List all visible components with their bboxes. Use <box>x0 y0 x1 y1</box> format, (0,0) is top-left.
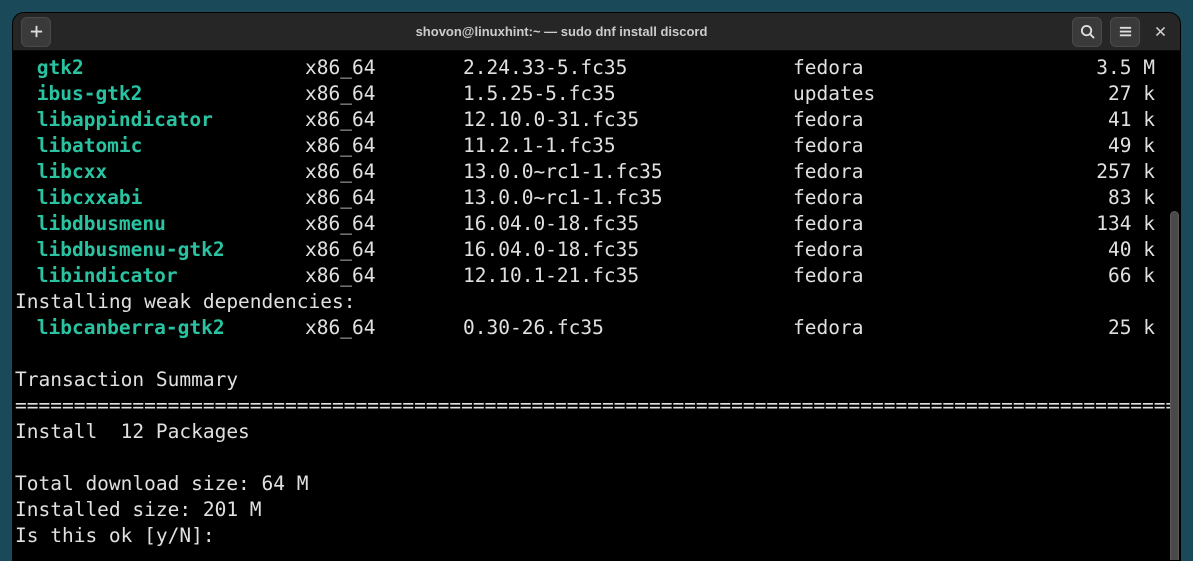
terminal-content[interactable]: gtk2x86_642.24.33-5.fc35fedora3.5 M ibus… <box>13 51 1180 560</box>
package-repo: fedora <box>793 237 1065 263</box>
blank-line <box>15 445 1178 471</box>
package-repo: fedora <box>793 185 1065 211</box>
package-size: 41 k <box>1065 107 1155 133</box>
package-size: 49 k <box>1065 133 1155 159</box>
package-arch: x86_64 <box>305 81 463 107</box>
install-count-line: Install 12 Packages <box>15 419 1178 445</box>
scrollbar-thumb[interactable] <box>1170 211 1179 560</box>
package-size: 134 k <box>1065 211 1155 237</box>
package-arch: x86_64 <box>305 263 463 289</box>
package-version: 16.04.0-18.fc35 <box>463 237 793 263</box>
package-version: 2.24.33-5.fc35 <box>463 55 793 81</box>
package-version: 12.10.1-21.fc35 <box>463 263 793 289</box>
package-repo: fedora <box>793 263 1065 289</box>
package-row: libatomicx86_6411.2.1-1.fc35fedora49 k <box>15 133 1178 159</box>
close-icon <box>1154 25 1167 38</box>
plus-icon <box>29 24 44 39</box>
package-row: libindicatorx86_6412.10.1-21.fc35fedora6… <box>15 263 1178 289</box>
search-icon <box>1080 24 1095 39</box>
search-button[interactable] <box>1072 17 1102 47</box>
package-size: 27 k <box>1065 81 1155 107</box>
package-repo: fedora <box>793 315 1065 341</box>
package-name: libdbusmenu-gtk2 <box>15 237 305 263</box>
window-title: shovon@linuxhint:~ — sudo dnf install di… <box>53 24 1070 39</box>
divider-line: ========================================… <box>15 393 1178 419</box>
weak-deps-label: Installing weak dependencies: <box>15 289 1178 315</box>
package-version: 1.5.25-5.fc35 <box>463 81 793 107</box>
package-name: gtk2 <box>15 55 305 81</box>
transaction-summary-header: Transaction Summary <box>15 367 1178 393</box>
package-version: 16.04.0-18.fc35 <box>463 211 793 237</box>
package-size: 40 k <box>1065 237 1155 263</box>
blank-line <box>15 341 1178 367</box>
download-size-line: Total download size: 64 M <box>15 471 1178 497</box>
titlebar-controls <box>1070 17 1174 47</box>
package-row: ibus-gtk2x86_641.5.25-5.fc35updates27 k <box>15 81 1178 107</box>
package-row: libcxxabix86_6413.0.0~rc1-1.fc35fedora83… <box>15 185 1178 211</box>
package-size: 66 k <box>1065 263 1155 289</box>
package-repo: fedora <box>793 211 1065 237</box>
package-version: 13.0.0~rc1-1.fc35 <box>463 159 793 185</box>
package-version: 11.2.1-1.fc35 <box>463 133 793 159</box>
package-row: libappindicatorx86_6412.10.0-31.fc35fedo… <box>15 107 1178 133</box>
package-arch: x86_64 <box>305 315 463 341</box>
menu-button[interactable] <box>1110 17 1140 47</box>
package-row: libdbusmenux86_6416.04.0-18.fc35fedora13… <box>15 211 1178 237</box>
titlebar: shovon@linuxhint:~ — sudo dnf install di… <box>13 13 1180 51</box>
package-name: libindicator <box>15 263 305 289</box>
package-size: 83 k <box>1065 185 1155 211</box>
package-row: libdbusmenu-gtk2x86_6416.04.0-18.fc35fed… <box>15 237 1178 263</box>
package-arch: x86_64 <box>305 159 463 185</box>
package-version: 0.30-26.fc35 <box>463 315 793 341</box>
package-size: 3.5 M <box>1065 55 1155 81</box>
package-arch: x86_64 <box>305 133 463 159</box>
package-repo: fedora <box>793 55 1065 81</box>
installed-size-line: Installed size: 201 M <box>15 497 1178 523</box>
close-button[interactable] <box>1146 18 1174 46</box>
package-name: libcxxabi <box>15 185 305 211</box>
package-name: libcanberra-gtk2 <box>15 315 305 341</box>
package-version: 12.10.0-31.fc35 <box>463 107 793 133</box>
hamburger-icon <box>1118 24 1133 39</box>
new-tab-button[interactable] <box>21 17 51 47</box>
package-arch: x86_64 <box>305 55 463 81</box>
package-repo: fedora <box>793 133 1065 159</box>
package-size: 25 k <box>1065 315 1155 341</box>
package-name: ibus-gtk2 <box>15 81 305 107</box>
package-repo: fedora <box>793 159 1065 185</box>
package-version: 13.0.0~rc1-1.fc35 <box>463 185 793 211</box>
package-name: libdbusmenu <box>15 211 305 237</box>
package-row: libcanberra-gtk2x86_640.30-26.fc35fedora… <box>15 315 1178 341</box>
terminal-window: shovon@linuxhint:~ — sudo dnf install di… <box>12 12 1181 561</box>
package-arch: x86_64 <box>305 211 463 237</box>
package-name: libatomic <box>15 133 305 159</box>
package-repo: updates <box>793 81 1065 107</box>
package-row: gtk2x86_642.24.33-5.fc35fedora3.5 M <box>15 55 1178 81</box>
package-repo: fedora <box>793 107 1065 133</box>
package-name: libcxx <box>15 159 305 185</box>
package-row: libcxxx86_6413.0.0~rc1-1.fc35fedora257 k <box>15 159 1178 185</box>
package-arch: x86_64 <box>305 185 463 211</box>
package-size: 257 k <box>1065 159 1155 185</box>
package-arch: x86_64 <box>305 107 463 133</box>
package-name: libappindicator <box>15 107 305 133</box>
package-arch: x86_64 <box>305 237 463 263</box>
confirm-prompt: Is this ok [y/N]: <box>15 523 1178 549</box>
